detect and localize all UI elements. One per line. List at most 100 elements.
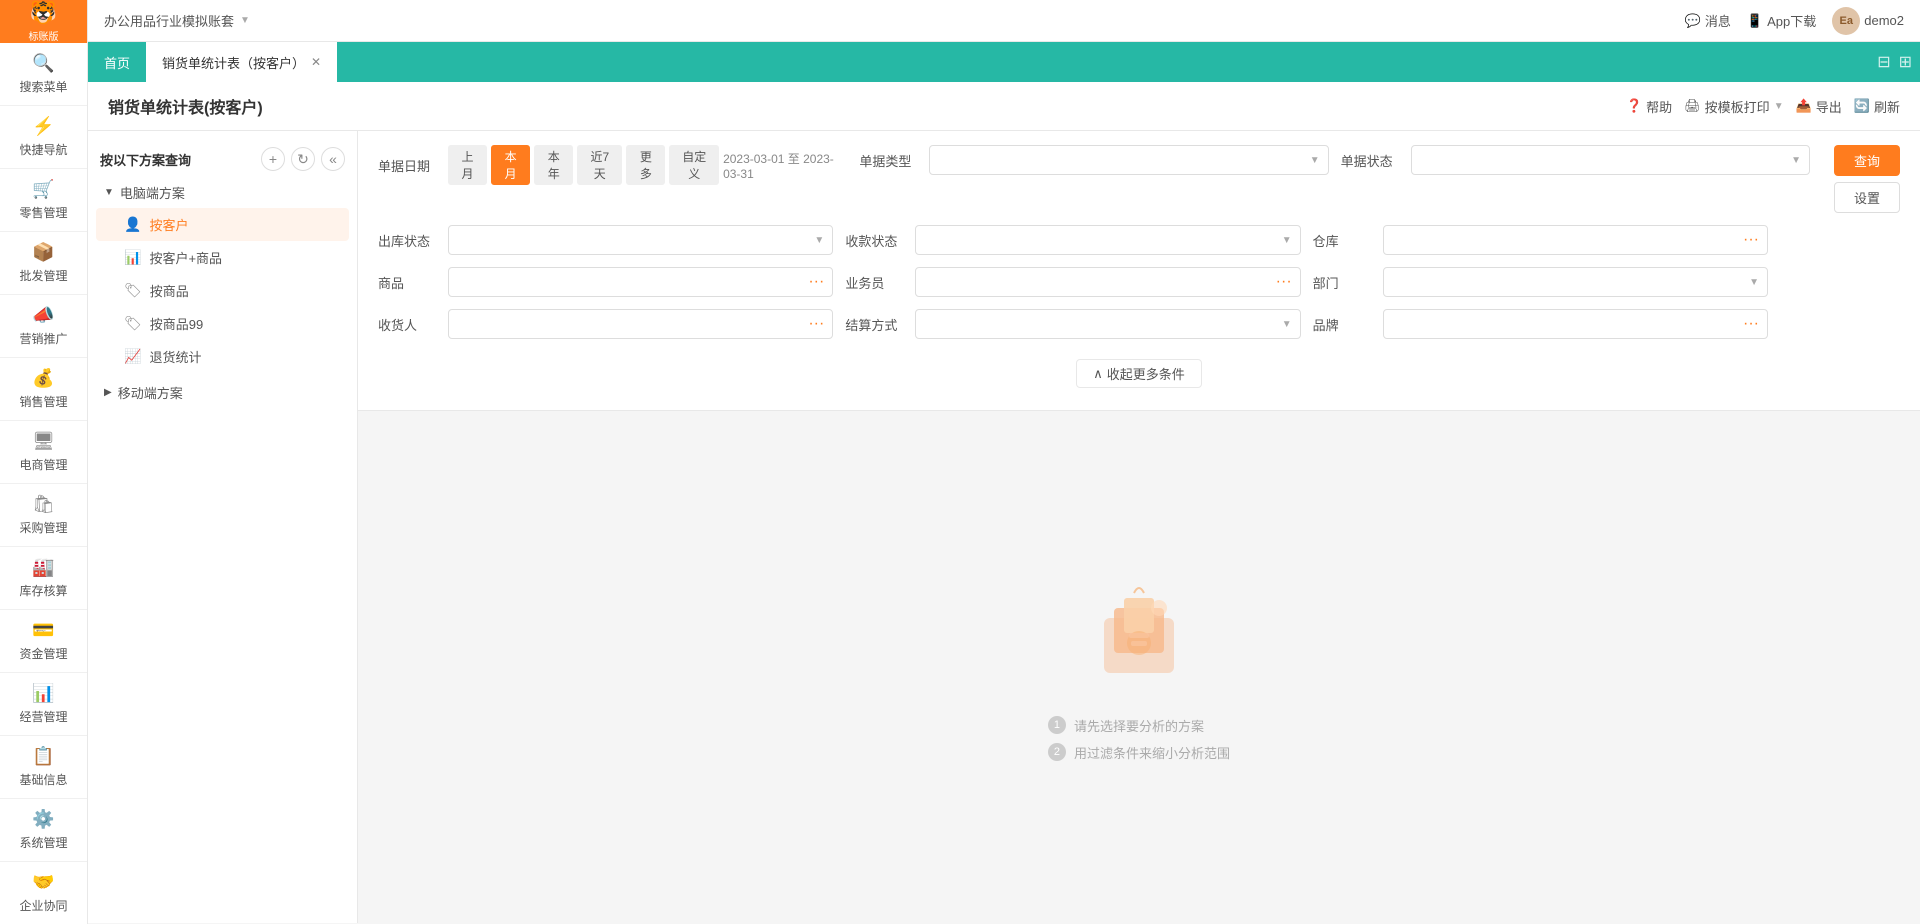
sidebar-item-inventory-label: 库存核算 (19, 582, 67, 599)
scheme-item-by-product-99[interactable]: 🏷 按商品99 (96, 307, 349, 340)
sidebar-item-purchase[interactable]: 🛍 采购管理 (0, 484, 88, 547)
page-header-actions: ❓ 帮助 🖨 按模板打印 ▼ 📤 导出 🔄 刷新 (1626, 97, 1900, 116)
scheme-item-by-product[interactable]: 🏷 按商品 (96, 274, 349, 307)
recipient-label: 收货人 (378, 315, 434, 334)
salesman-input[interactable]: ··· (915, 267, 1300, 297)
sidebar-item-basic[interactable]: 📋 基础信息 (0, 736, 88, 799)
industry-label: 办公用品行业模拟账套 (104, 11, 234, 30)
recipient-dots-icon[interactable]: ··· (808, 315, 824, 333)
scheme-group-desktop-header[interactable]: ▼ 电脑端方案 (96, 177, 349, 208)
refresh-btn[interactable]: 🔄 刷新 (1854, 97, 1900, 116)
date-btn-this-month[interactable]: 本月 (491, 145, 530, 185)
scheme-item-by-customer-product[interactable]: 📊 按客户+商品 (96, 241, 349, 274)
sidebar-item-system-label: 系统管理 (19, 834, 67, 851)
sidebar-item-operations[interactable]: 📊 经营管理 (0, 673, 88, 736)
help-icon: ❓ (1626, 98, 1642, 114)
sidebar-item-search-label: 搜索菜单 (19, 78, 67, 95)
help-btn[interactable]: ❓ 帮助 (1626, 97, 1672, 116)
out-status-arrow-icon: ▼ (814, 235, 824, 246)
export-btn[interactable]: 📤 导出 (1796, 97, 1842, 116)
salesman-dots-icon[interactable]: ··· (1276, 273, 1292, 291)
date-btn-more[interactable]: 更多 (626, 145, 665, 185)
app-download-label: App下载 (1767, 11, 1816, 30)
brand-input[interactable]: ··· (1383, 309, 1768, 339)
purchase-icon: 🛍 (32, 494, 55, 515)
message-btn[interactable]: 💬 消息 (1685, 11, 1731, 30)
export-label: 导出 (1816, 97, 1842, 116)
tab-bar-right: ⊟ ⊞ (1877, 42, 1920, 82)
out-status-input[interactable]: ▼ (448, 225, 833, 255)
date-btn-custom[interactable]: 自定义 (669, 145, 719, 185)
tab-sales-stats[interactable]: 销货单统计表（按客户） ✕ (146, 42, 337, 82)
tab-home[interactable]: 首页 (88, 42, 146, 82)
sidebar-item-purchase-label: 采购管理 (19, 519, 67, 536)
goods-input[interactable]: ··· (448, 267, 833, 297)
bill-status-label: 单据状态 (1341, 151, 1397, 170)
payment-input[interactable]: ▼ (915, 309, 1300, 339)
tab-minimize-btn[interactable]: ⊟ (1877, 52, 1890, 72)
date-btn-this-year[interactable]: 本年 (534, 145, 573, 185)
sidebar-item-search[interactable]: 🔍 搜索菜单 (0, 43, 88, 106)
brand-label: 品牌 (1313, 315, 1369, 334)
scheme-item-by-customer[interactable]: 👤 按客户 (96, 208, 349, 241)
app-download-btn[interactable]: 📱 App下载 (1747, 11, 1816, 30)
by-product-99-icon: 🏷 (124, 315, 142, 332)
logo-text: 标账版 (29, 28, 59, 43)
dept-input[interactable]: ▼ (1383, 267, 1768, 297)
app-download-icon: 📱 (1747, 13, 1763, 29)
scheme-refresh-btn[interactable]: ↻ (291, 147, 315, 171)
scheme-group-mobile: ▶ 移动端方案 (96, 377, 349, 408)
sidebar-item-retail[interactable]: 🛒 零售管理 (0, 169, 88, 232)
filter-area: 单据日期 上月 本月 本年 近7天 更多 自定义 2023-03-01 至 20… (358, 131, 1920, 411)
sidebar: 🐯 标账版 🔍 搜索菜单 ⚡ 快捷导航 🛒 零售管理 📦 批发管理 📣 营销推广… (0, 0, 88, 924)
content-area: 销货单统计表(按客户) ❓ 帮助 🖨 按模板打印 ▼ 📤 导出 🔄 刷新 (88, 82, 1920, 924)
user-profile-btn[interactable]: Ea demo2 (1832, 7, 1904, 35)
warehouse-dots-icon[interactable]: ··· (1743, 231, 1759, 249)
marketing-icon: 📣 (32, 305, 54, 326)
search-menu-icon: 🔍 (32, 53, 54, 74)
bill-status-input[interactable]: ▼ (1411, 145, 1810, 175)
scheme-collapse-btn[interactable]: « (321, 147, 345, 171)
sidebar-item-wholesale[interactable]: 📦 批发管理 (0, 232, 88, 295)
ecommerce-icon: 🖥 (32, 431, 55, 452)
bill-type-input[interactable]: ▼ (929, 145, 1328, 175)
scheme-group-desktop-items: 👤 按客户 📊 按客户+商品 🏷 按商品 (96, 208, 349, 373)
setting-button[interactable]: 设置 (1834, 182, 1900, 213)
warehouse-input[interactable]: ··· (1383, 225, 1768, 255)
tab-close-icon[interactable]: ✕ (311, 55, 321, 69)
sidebar-item-finance[interactable]: 💳 资金管理 (0, 610, 88, 673)
tab-sales-stats-label: 销货单统计表（按客户） (162, 53, 305, 72)
sidebar-item-system[interactable]: ⚙️ 系统管理 (0, 799, 88, 862)
scheme-add-btn[interactable]: + (261, 147, 285, 171)
desktop-group-label: 电脑端方案 (120, 183, 185, 202)
out-status-label: 出库状态 (378, 231, 434, 250)
wholesale-icon: 📦 (32, 242, 54, 263)
sidebar-item-cooperation[interactable]: 🤝 企业协同 (0, 862, 88, 924)
print-btn[interactable]: 🖨 按模板打印 ▼ (1684, 97, 1783, 116)
sidebar-item-retail-label: 零售管理 (19, 204, 67, 221)
date-btn-last-month[interactable]: 上月 (448, 145, 487, 185)
sidebar-item-inventory[interactable]: 🏭 库存核算 (0, 547, 88, 610)
filter-result-area: 单据日期 上月 本月 本年 近7天 更多 自定义 2023-03-01 至 20… (358, 131, 1920, 923)
query-button[interactable]: 查询 (1834, 145, 1900, 176)
refresh-icon: 🔄 (1854, 98, 1870, 114)
header-right: 💬 消息 📱 App下载 Ea demo2 (1685, 7, 1904, 35)
sidebar-item-ecommerce[interactable]: 🖥 电商管理 (0, 421, 88, 484)
date-btn-last-7-days[interactable]: 近7天 (577, 145, 622, 185)
receipt-status-input[interactable]: ▼ (915, 225, 1300, 255)
scheme-item-by-product-label: 按商品 (150, 281, 189, 300)
goods-dots-icon[interactable]: ··· (808, 273, 824, 291)
tab-maximize-btn[interactable]: ⊞ (1899, 52, 1912, 72)
sidebar-item-sales[interactable]: 💰 销售管理 (0, 358, 88, 421)
sidebar-item-marketing[interactable]: 📣 营销推广 (0, 295, 88, 358)
recipient-input[interactable]: ··· (448, 309, 833, 339)
page-header: 销货单统计表(按客户) ❓ 帮助 🖨 按模板打印 ▼ 📤 导出 🔄 刷新 (88, 82, 1920, 131)
refresh-label: 刷新 (1874, 97, 1900, 116)
by-customer-product-icon: 📊 (124, 249, 141, 266)
scheme-item-return-stats[interactable]: 📈 退货统计 (96, 340, 349, 373)
collapse-btn[interactable]: ∧ 收起更多条件 (1076, 359, 1202, 388)
brand-dots-icon[interactable]: ··· (1743, 315, 1759, 333)
sidebar-item-quicknav[interactable]: ⚡ 快捷导航 (0, 106, 88, 169)
scheme-group-mobile-header[interactable]: ▶ 移动端方案 (96, 377, 349, 408)
sidebar-item-wholesale-label: 批发管理 (19, 267, 67, 284)
